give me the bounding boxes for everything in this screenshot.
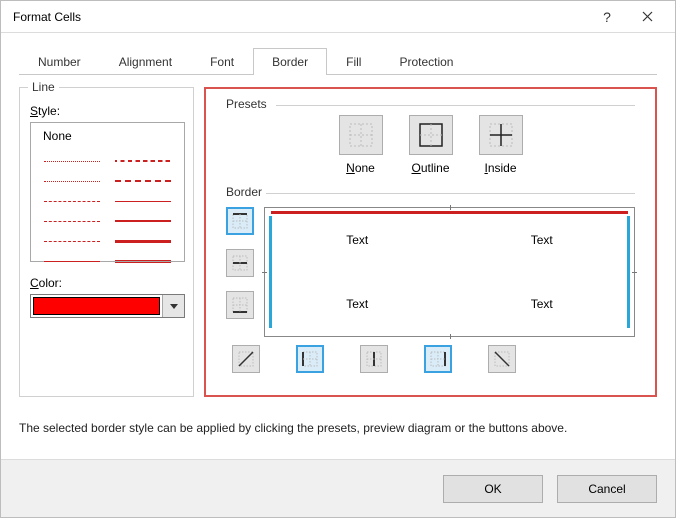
style-option[interactable]: [41, 232, 104, 250]
presets-title: Presets: [222, 97, 271, 111]
border-preview[interactable]: Text Text Text Text: [264, 207, 635, 337]
preset-label: Inside: [484, 161, 516, 175]
main-row: Line Style: None: [19, 75, 657, 397]
tab-font[interactable]: Font: [191, 48, 253, 75]
preview-left-border: [269, 216, 272, 328]
format-cells-dialog: Format Cells ? Number Alignment Font Bor…: [0, 0, 676, 518]
tab-number[interactable]: Number: [19, 48, 100, 75]
border-top-button[interactable]: [226, 207, 254, 235]
preset-inside-icon: [488, 122, 514, 148]
color-row: Color:: [30, 276, 183, 318]
preview-top-border: [271, 211, 628, 214]
preset-none-icon: [348, 122, 374, 148]
content-area: Number Alignment Font Border Fill Protec…: [1, 33, 675, 459]
tab-strip: Number Alignment Font Border Fill Protec…: [19, 47, 657, 75]
preset-none: None: [339, 115, 383, 175]
style-option[interactable]: [41, 192, 104, 210]
style-option[interactable]: [41, 212, 104, 230]
style-option[interactable]: [112, 232, 175, 250]
border-diag-up-button[interactable]: [232, 345, 260, 373]
border-right-icon: [429, 350, 447, 368]
border-top-icon: [231, 212, 249, 230]
border-vertical-button[interactable]: [360, 345, 388, 373]
border-left-button[interactable]: [296, 345, 324, 373]
border-right-button[interactable]: [424, 345, 452, 373]
preset-outline: Outline: [409, 115, 453, 175]
tab-fill[interactable]: Fill: [327, 48, 380, 75]
border-vertical-icon: [365, 350, 383, 368]
border-title: Border: [222, 185, 266, 199]
style-list[interactable]: None: [30, 122, 185, 262]
help-text: The selected border style can be applied…: [19, 421, 657, 435]
border-bottom-buttons: [226, 337, 635, 373]
border-horizontal-button[interactable]: [226, 249, 254, 277]
border-side-buttons: [226, 207, 254, 319]
preview-cell: Text: [265, 272, 450, 336]
cancel-button[interactable]: Cancel: [557, 475, 657, 503]
close-button[interactable]: [627, 2, 667, 32]
line-group-title: Line: [28, 80, 59, 94]
preset-label: Outline: [411, 161, 449, 175]
style-option[interactable]: [41, 152, 104, 170]
preview-right-border: [627, 216, 630, 328]
style-option[interactable]: [112, 192, 175, 210]
preview-cell: Text: [450, 208, 635, 272]
border-diag-up-icon: [237, 350, 255, 368]
style-option[interactable]: [112, 172, 175, 190]
dialog-title: Format Cells: [13, 10, 587, 24]
style-option[interactable]: [112, 252, 175, 270]
help-button[interactable]: ?: [587, 2, 627, 32]
presets-border-group: Presets None: [204, 87, 657, 397]
preset-label: None: [346, 161, 375, 175]
border-diag-down-button[interactable]: [488, 345, 516, 373]
border-bottom-button[interactable]: [226, 291, 254, 319]
color-combo[interactable]: [30, 294, 185, 318]
style-none[interactable]: None: [35, 127, 180, 148]
dialog-footer: OK Cancel: [1, 459, 675, 517]
border-diag-down-icon: [493, 350, 511, 368]
preset-outline-button[interactable]: [409, 115, 453, 155]
line-group: Line Style: None: [19, 87, 194, 397]
color-swatch: [33, 297, 160, 315]
ok-button[interactable]: OK: [443, 475, 543, 503]
border-row: Text Text Text Text: [226, 207, 635, 337]
preview-cell: Text: [265, 208, 450, 272]
style-grid: [35, 148, 180, 272]
preview-wrap: Text Text Text Text: [264, 207, 635, 337]
style-label: Style:: [30, 104, 183, 118]
preset-inside-button[interactable]: [479, 115, 523, 155]
style-option[interactable]: [41, 252, 104, 270]
tab-alignment[interactable]: Alignment: [100, 48, 191, 75]
tab-protection[interactable]: Protection: [380, 48, 472, 75]
preset-none-button[interactable]: [339, 115, 383, 155]
preset-inside: Inside: [479, 115, 523, 175]
border-bottom-icon: [231, 296, 249, 314]
border-subgroup: Border: [216, 193, 645, 385]
style-option[interactable]: [41, 172, 104, 190]
style-option[interactable]: [112, 212, 175, 230]
presets-subgroup: Presets None: [216, 105, 645, 193]
titlebar: Format Cells ?: [1, 1, 675, 33]
tab-border[interactable]: Border: [253, 48, 327, 75]
preview-cell: Text: [450, 272, 635, 336]
close-icon: [642, 11, 653, 22]
color-dropdown-button[interactable]: [162, 295, 184, 317]
border-horizontal-icon: [231, 254, 249, 272]
color-label: Color:: [30, 276, 183, 290]
border-left-icon: [301, 350, 319, 368]
chevron-down-icon: [170, 304, 178, 309]
preset-outline-icon: [418, 122, 444, 148]
presets-row: None Outline: [226, 111, 635, 181]
style-option[interactable]: [112, 152, 175, 170]
